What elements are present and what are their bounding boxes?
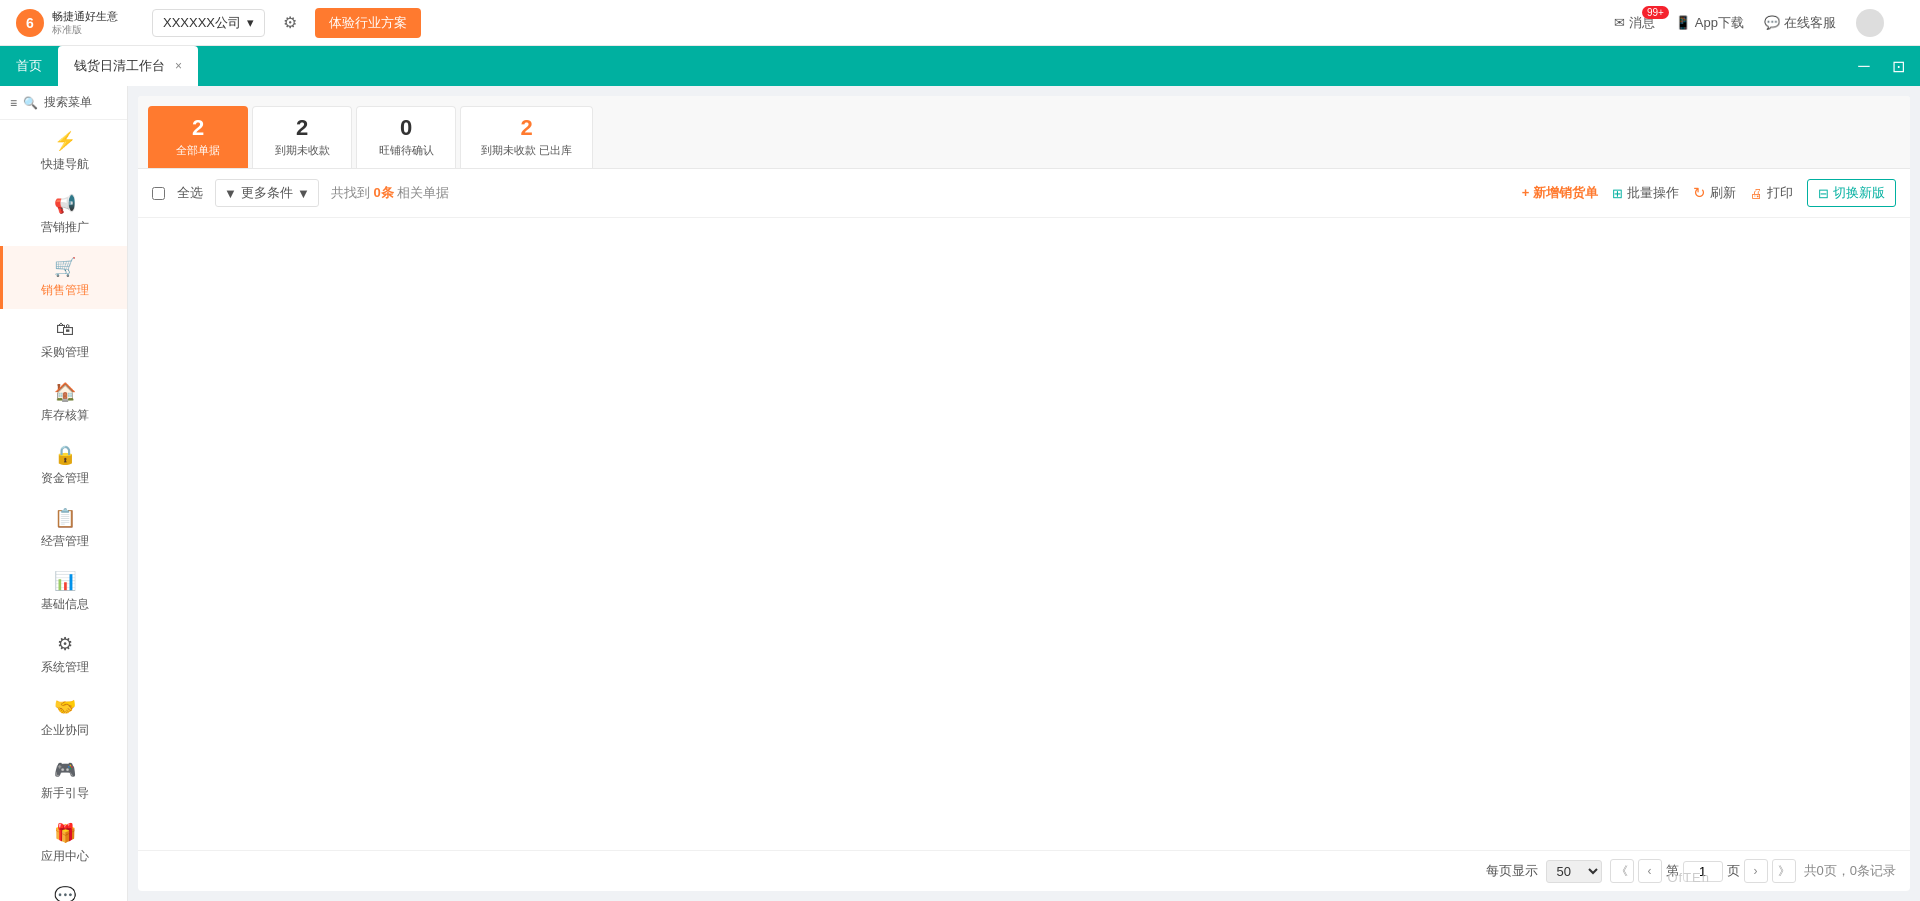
- sidebar-item-weixin[interactable]: 💬 企业微信: [0, 875, 127, 901]
- pagination: 每页显示 50 20 100 《 ‹ 第 页 › 》 共0页，0条记录: [138, 850, 1910, 891]
- stat-tab-overdue[interactable]: 2 到期未收款: [252, 106, 352, 168]
- logo-text: 畅捷通好生意 标准版: [52, 9, 118, 36]
- next-page-button[interactable]: ›: [1744, 859, 1768, 883]
- refresh-button[interactable]: ↻ 刷新: [1693, 184, 1736, 202]
- switch-version-button[interactable]: ⊟ 切换新版: [1807, 179, 1896, 207]
- select-all-checkbox[interactable]: [152, 187, 165, 200]
- header-right: ✉ 消息 99+ 📱 App下载 💬 在线客服: [1614, 9, 1904, 37]
- toolbar: 全选 ▼ 更多条件 ▼ 共找到 0条 相关单据 + 新增销货单 ⊞: [138, 169, 1910, 218]
- online-service-button[interactable]: 💬 在线客服: [1764, 14, 1836, 32]
- last-page-button[interactable]: 》: [1772, 859, 1796, 883]
- settings-button[interactable]: ⚙: [275, 8, 305, 38]
- sidebar: ≡ 🔍 搜索菜单 ⚡ 快捷导航 📢 营销推广 🛒 销售管理 🛍 采购管理 🏠 库…: [0, 86, 128, 901]
- guide-icon: 🎮: [54, 759, 76, 781]
- batch-ops-button[interactable]: ⊞ 批量操作: [1612, 184, 1679, 202]
- content-inner: 2 全部单据 2 到期未收款 0 旺铺待确认 2 到期未收款 已出库: [138, 96, 1910, 891]
- sidebar-item-system[interactable]: ⚙ 系统管理: [0, 623, 127, 686]
- inventory-icon: 🏠: [54, 381, 76, 403]
- stat-tab-overdue-out[interactable]: 2 到期未收款 已出库: [460, 106, 593, 168]
- sidebar-item-operations[interactable]: 📋 经营管理: [0, 497, 127, 560]
- avatar[interactable]: [1856, 9, 1884, 37]
- table-area: [138, 218, 1910, 850]
- app-download-button[interactable]: 📱 App下载: [1675, 14, 1744, 32]
- top-header: 6 畅捷通好生意 标准版 XXXXXX公司 ▾ ⚙ 体验行业方案 ✉ 消息 99…: [0, 0, 1920, 46]
- logo-area: 6 畅捷通好生意 标准版: [16, 9, 144, 37]
- tab-bar: 首页 钱货日清工作台 × ─ ⊡: [0, 46, 1920, 86]
- cooperation-icon: 🤝: [54, 696, 76, 718]
- add-sale-button[interactable]: + 新增销货单: [1522, 184, 1598, 202]
- watermark-text: OfTEn: [1667, 870, 1710, 885]
- more-filters-button[interactable]: ▼ 更多条件 ▼: [215, 179, 319, 207]
- stats-tabs: 2 全部单据 2 到期未收款 0 旺铺待确认 2 到期未收款 已出库: [138, 96, 1910, 169]
- system-icon: ⚙: [57, 633, 73, 655]
- page-size-select[interactable]: 50 20 100: [1546, 860, 1602, 883]
- app-center-icon: 🎁: [54, 822, 76, 844]
- sidebar-item-finance[interactable]: 🔒 资金管理: [0, 434, 127, 497]
- toolbar-right: + 新增销货单 ⊞ 批量操作 ↻ 刷新 🖨 打印 ⊟: [1522, 179, 1896, 207]
- search-menu-button[interactable]: ≡ 🔍 搜索菜单: [0, 86, 127, 120]
- finance-icon: 🔒: [54, 444, 76, 466]
- content-area: 2 全部单据 2 到期未收款 0 旺铺待确认 2 到期未收款 已出库: [128, 86, 1920, 901]
- tab-active[interactable]: 钱货日清工作台 ×: [58, 46, 198, 86]
- sidebar-item-guide[interactable]: 🎮 新手引导: [0, 749, 127, 812]
- tab-minimize-button[interactable]: ─: [1852, 54, 1876, 78]
- sidebar-item-marketing[interactable]: 📢 营销推广: [0, 183, 127, 246]
- company-selector[interactable]: XXXXXX公司 ▾: [152, 9, 265, 37]
- weixin-icon: 💬: [54, 885, 76, 901]
- sidebar-item-purchase[interactable]: 🛍 采购管理: [0, 309, 127, 371]
- sidebar-item-cooperation[interactable]: 🤝 企业协同: [0, 686, 127, 749]
- tab-bar-actions: ─ ⊡: [1852, 54, 1920, 78]
- sales-icon: 🛒: [54, 256, 76, 278]
- sidebar-item-app-center[interactable]: 🎁 应用中心: [0, 812, 127, 875]
- marketing-icon: 📢: [54, 193, 76, 215]
- purchase-icon: 🛍: [56, 319, 74, 340]
- print-button[interactable]: 🖨 打印: [1750, 184, 1793, 202]
- industry-button[interactable]: 体验行业方案: [315, 8, 421, 38]
- sidebar-item-basic-info[interactable]: 📊 基础信息: [0, 560, 127, 623]
- page-total: 共0页，0条记录: [1804, 862, 1896, 880]
- main-layout: ≡ 🔍 搜索菜单 ⚡ 快捷导航 📢 营销推广 🛒 销售管理 🛍 采购管理 🏠 库…: [0, 86, 1920, 901]
- message-button[interactable]: ✉ 消息 99+: [1614, 14, 1655, 32]
- tab-maximize-button[interactable]: ⊡: [1886, 54, 1910, 78]
- tab-home[interactable]: 首页: [0, 46, 58, 86]
- sidebar-item-quick-nav[interactable]: ⚡ 快捷导航: [0, 120, 127, 183]
- stat-tab-pending[interactable]: 0 旺铺待确认: [356, 106, 456, 168]
- message-badge: 99+: [1642, 6, 1669, 19]
- operations-icon: 📋: [54, 507, 76, 529]
- first-page-button[interactable]: 《: [1610, 859, 1634, 883]
- logo-icon: 6: [16, 9, 44, 37]
- basic-info-icon: 📊: [54, 570, 76, 592]
- tab-close-button[interactable]: ×: [175, 59, 182, 73]
- stat-tab-all[interactable]: 2 全部单据: [148, 106, 248, 168]
- prev-page-button[interactable]: ‹: [1638, 859, 1662, 883]
- sidebar-item-sales[interactable]: 🛒 销售管理: [0, 246, 127, 309]
- found-text: 共找到 0条 相关单据: [331, 184, 449, 202]
- quick-nav-icon: ⚡: [54, 130, 76, 152]
- sidebar-item-inventory[interactable]: 🏠 库存核算: [0, 371, 127, 434]
